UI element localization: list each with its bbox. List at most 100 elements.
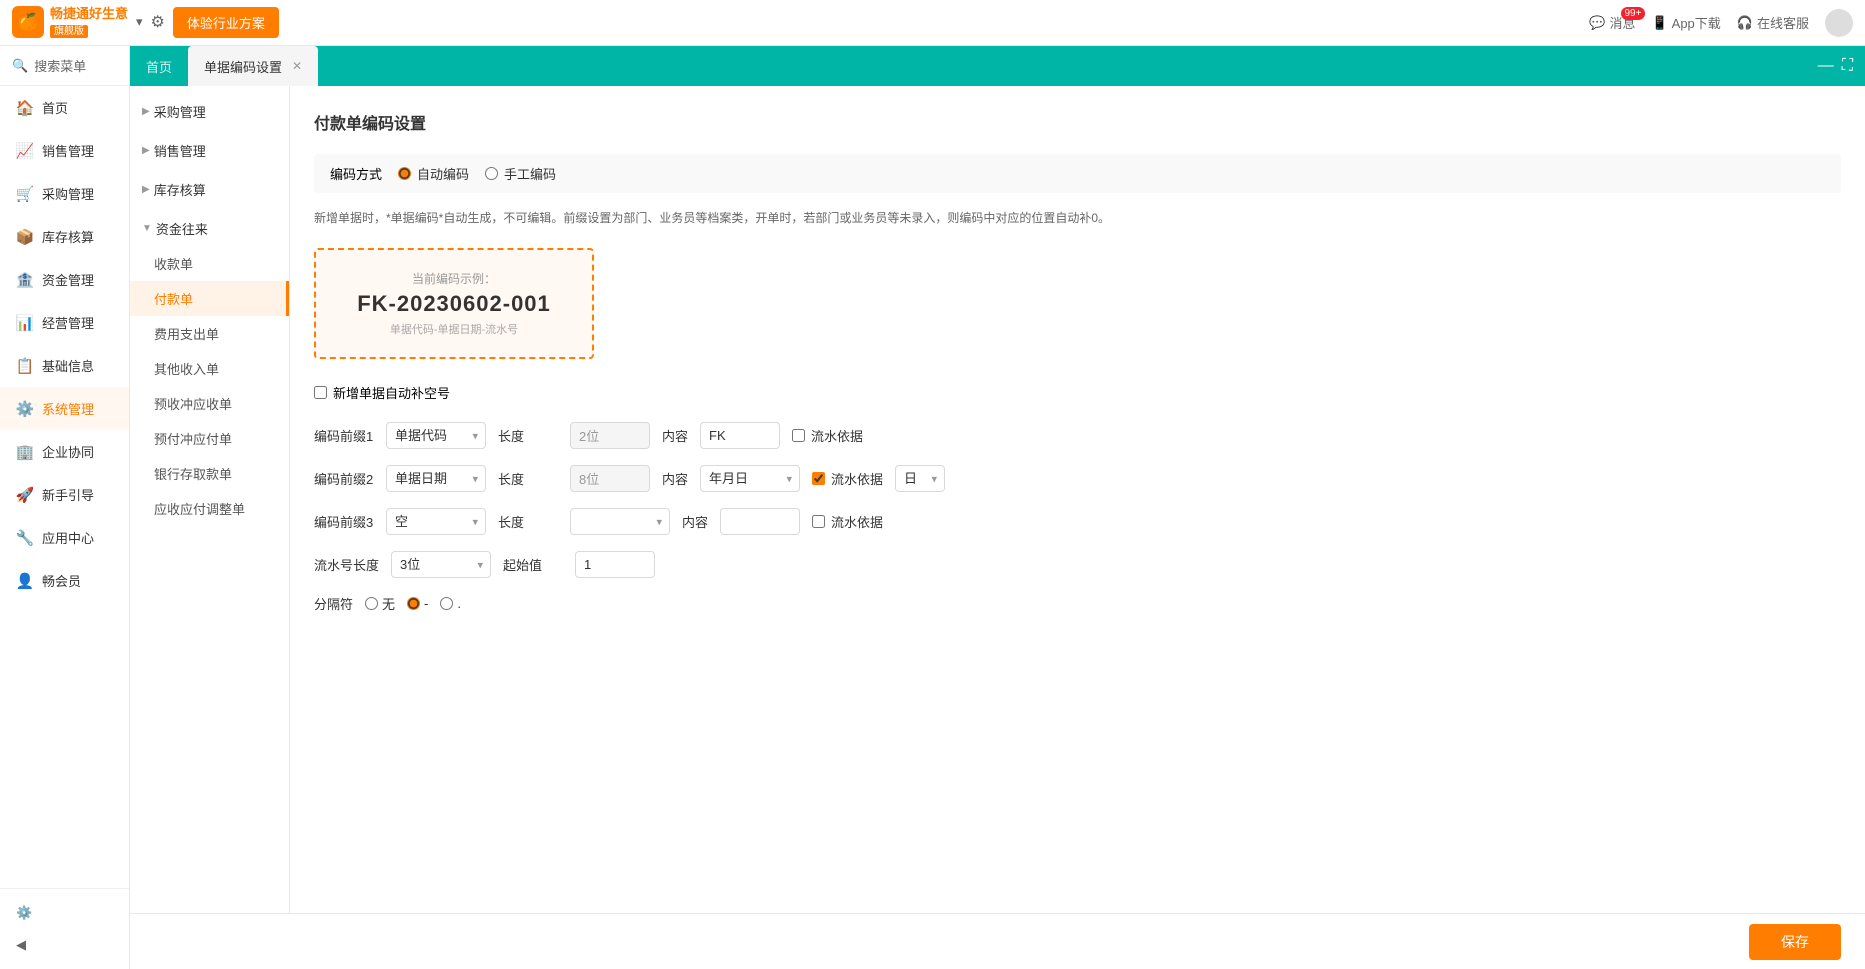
- sidebar-item-home[interactable]: 🏠 首页: [0, 86, 129, 129]
- sep-none-radio[interactable]: 无: [365, 594, 395, 613]
- sub-item-adjustment[interactable]: 应收应付调整单: [130, 491, 289, 526]
- sidebar-item-label: 资金管理: [42, 270, 94, 289]
- system-icon: ⚙️: [16, 400, 34, 418]
- sub-item-income[interactable]: 其他收入单: [130, 351, 289, 386]
- prefix1-select-wrapper: 单据代码 单据日期 空: [386, 422, 486, 449]
- basics-icon: 📋: [16, 357, 34, 375]
- period-select[interactable]: 日 月 年: [895, 465, 945, 492]
- sidebar-item-purchase[interactable]: 🛒 采购管理: [0, 172, 129, 215]
- sub-item-receipts[interactable]: 收款单: [130, 246, 289, 281]
- prefix1-select[interactable]: 单据代码 单据日期 空: [386, 422, 486, 449]
- sub-group-finance-title[interactable]: ▼ 资金往来: [130, 211, 289, 246]
- sub-item-prepayout[interactable]: 预付冲应付单: [130, 421, 289, 456]
- preview-code: FK-20230602-001: [346, 291, 562, 317]
- prefix2-select[interactable]: 单据日期 单据代码 空: [386, 465, 486, 492]
- manual-code-input[interactable]: [485, 167, 498, 180]
- tabs-bar: 首页 单据编码设置 ✕ — ⛶: [130, 46, 1865, 86]
- content2-select[interactable]: 年月日 年月 年: [700, 465, 800, 492]
- sub-group-sales-title[interactable]: ▶ 销售管理: [130, 133, 289, 168]
- sub-group-inventory-title[interactable]: ▶ 库存核算: [130, 172, 289, 207]
- sidebar-item-finance[interactable]: 🏦 资金管理: [0, 258, 129, 301]
- trial-btn[interactable]: 体验行业方案: [173, 7, 279, 38]
- serial1-label: 流水依据: [811, 426, 863, 445]
- sub-item-payment[interactable]: 付款单: [130, 281, 289, 316]
- sidebar-bottom-settings[interactable]: ⚙️: [0, 897, 129, 929]
- length3-select[interactable]: [570, 508, 670, 535]
- sub-group-sales-label: 销售管理: [154, 141, 206, 160]
- sidebar-item-operations[interactable]: 📊 经营管理: [0, 301, 129, 344]
- tabs-right: — ⛶: [1818, 57, 1865, 75]
- sub-group-purchase-label: 采购管理: [154, 102, 206, 121]
- tab-home[interactable]: 首页: [130, 46, 188, 86]
- sep-dash-input[interactable]: [407, 597, 420, 610]
- bottom-bar: 保存: [130, 913, 1865, 969]
- sidebar-item-appcenter[interactable]: 🔧 应用中心: [0, 516, 129, 559]
- content3-input[interactable]: [720, 508, 800, 535]
- start-value-input[interactable]: [575, 551, 655, 578]
- serial2-checkbox[interactable]: [812, 472, 825, 485]
- auto-fill-label[interactable]: 新增单据自动补空号: [333, 383, 450, 402]
- user-avatar[interactable]: [1825, 9, 1853, 37]
- sep-none-input[interactable]: [365, 597, 378, 610]
- sub-group-sales: ▶ 销售管理: [130, 133, 289, 168]
- sidebar-item-sales[interactable]: 📈 销售管理: [0, 129, 129, 172]
- page-title: 付款单编码设置: [314, 110, 1841, 134]
- sep-dash-radio[interactable]: -: [407, 596, 428, 611]
- auto-fill-checkbox[interactable]: [314, 386, 327, 399]
- logo-main: 畅捷通好生意: [50, 6, 128, 23]
- sub-item-prepay[interactable]: 预收冲应收单: [130, 386, 289, 421]
- finance-icon: 🏦: [16, 271, 34, 289]
- header-gear-icon[interactable]: ⚙: [151, 12, 165, 32]
- operations-icon: 📊: [16, 314, 34, 332]
- serial3-checkbox[interactable]: [812, 515, 825, 528]
- sidebar-item-member[interactable]: 👤 畅会员: [0, 559, 129, 602]
- tabs-maximize-icon[interactable]: ⛶: [1842, 57, 1853, 75]
- logo-area: 🍊 畅捷通好生意 旗舰版: [12, 6, 128, 38]
- save-button[interactable]: 保存: [1749, 924, 1841, 960]
- content1-input[interactable]: [700, 422, 780, 449]
- prefix3-select[interactable]: 空 单据代码 单据日期: [386, 508, 486, 535]
- sidebar-item-newguide[interactable]: 🚀 新手引导: [0, 473, 129, 516]
- sidebar-item-basics[interactable]: 📋 基础信息: [0, 344, 129, 387]
- sub-group-purchase-title[interactable]: ▶ 采购管理: [130, 94, 289, 129]
- online-service-item[interactable]: 🎧 在线客服: [1737, 13, 1809, 32]
- tab-close-icon[interactable]: ✕: [292, 59, 302, 73]
- tabs-minimize-icon[interactable]: —: [1818, 57, 1834, 75]
- service-icon: 🎧: [1737, 15, 1753, 31]
- sidebar-search[interactable]: 🔍 搜索菜单: [0, 46, 129, 86]
- manual-code-radio[interactable]: 手工编码: [485, 164, 556, 183]
- sep-dot-radio[interactable]: .: [440, 596, 461, 611]
- sep-dot-input[interactable]: [440, 597, 453, 610]
- sub-item-expense[interactable]: 费用支出单: [130, 316, 289, 351]
- sub-group-finance-label: 资金往来: [156, 219, 208, 238]
- content3-label: 内容: [682, 512, 708, 531]
- sidebar-item-inventory[interactable]: 📦 库存核算: [0, 215, 129, 258]
- sidebar-item-label: 系统管理: [42, 399, 94, 418]
- serial2-label: 流水依据: [831, 469, 883, 488]
- sidebar-item-label: 经营管理: [42, 313, 94, 332]
- serial-length-label: 流水号长度: [314, 555, 379, 574]
- serial3-checkbox-label[interactable]: 流水依据: [812, 512, 883, 531]
- sidebar-bottom-collapse[interactable]: ◀: [0, 929, 129, 961]
- sub-group-inventory: ▶ 库存核算: [130, 172, 289, 207]
- sidebar-item-label: 采购管理: [42, 184, 94, 203]
- header-left: 🍊 畅捷通好生意 旗舰版 ▾ ⚙ 体验行业方案: [12, 6, 279, 38]
- app-download-item[interactable]: 📱 App下载: [1651, 13, 1720, 32]
- tab-encoding[interactable]: 单据编码设置 ✕: [188, 46, 318, 86]
- app-download-icon: 📱: [1651, 15, 1667, 31]
- sub-item-bank[interactable]: 银行存取款单: [130, 456, 289, 491]
- newguide-icon: 🚀: [16, 486, 34, 504]
- header-dropdown[interactable]: ▾: [136, 14, 143, 30]
- sidebar-item-system[interactable]: ⚙️ 系统管理: [0, 387, 129, 430]
- sidebar-item-enterprise[interactable]: 🏢 企业协同: [0, 430, 129, 473]
- sidebar-item-label: 首页: [42, 98, 68, 117]
- length1-label: 长度: [498, 426, 558, 445]
- serial-length-select[interactable]: 3位 4位 5位: [391, 551, 491, 578]
- appcenter-icon: 🔧: [16, 529, 34, 547]
- auto-code-input[interactable]: [398, 167, 411, 180]
- message-item[interactable]: 💬 消息 99+: [1589, 13, 1635, 32]
- serial2-checkbox-label[interactable]: 流水依据: [812, 469, 883, 488]
- serial1-checkbox-label[interactable]: 流水依据: [792, 426, 863, 445]
- serial1-checkbox[interactable]: [792, 429, 805, 442]
- auto-code-radio[interactable]: 自动编码: [398, 164, 469, 183]
